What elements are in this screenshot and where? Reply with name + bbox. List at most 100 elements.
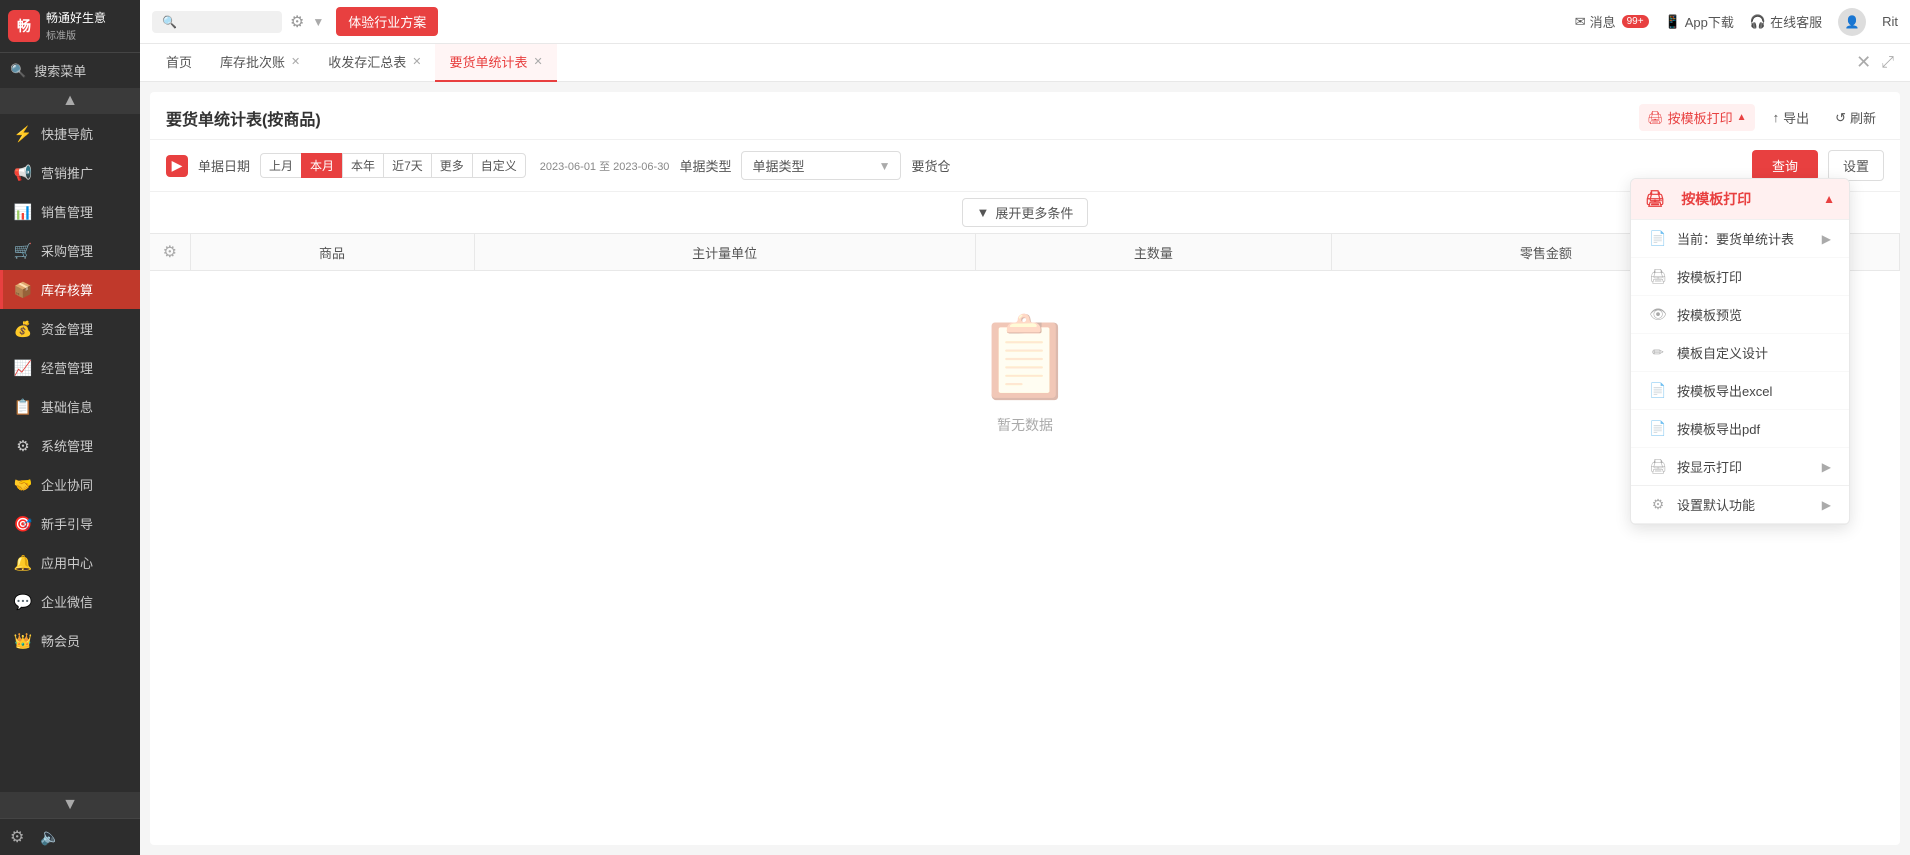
settings-icon[interactable]: ⚙ <box>10 827 24 847</box>
purchase-icon: 🛒 <box>13 242 33 260</box>
date-btn-more[interactable]: 更多 <box>431 153 472 178</box>
sidebar-item-quick-nav[interactable]: ⚡ 快捷导航 <box>0 114 140 153</box>
refresh-btn[interactable]: ↺ 刷新 <box>1827 104 1884 131</box>
dropdown-custom-label: 模板自定义设计 <box>1677 343 1768 362</box>
settings-btn[interactable]: 设置 <box>1828 150 1884 181</box>
trial-btn[interactable]: 体验行业方案 <box>336 7 438 36</box>
sidebar-item-guide[interactable]: 🎯 新手引导 <box>0 504 140 543</box>
sidebar-item-wechat[interactable]: 💬 企业微信 <box>0 582 140 621</box>
topbar-search-box[interactable]: 🔍 <box>152 11 282 33</box>
sidebar-scroll-up[interactable]: ▲ <box>0 88 140 114</box>
tab-order-stats[interactable]: 要货单统计表 ✕ <box>435 44 556 82</box>
tab-batch-account[interactable]: 库存批次账 ✕ <box>206 44 314 82</box>
sidebar-item-enterprise[interactable]: 🤝 企业协同 <box>0 465 140 504</box>
date-btn-custom[interactable]: 自定义 <box>472 153 526 178</box>
messages-btn[interactable]: ✉ 消息 99+ <box>1575 12 1649 31</box>
sidebar-item-label: 销售管理 <box>41 202 93 221</box>
query-btn[interactable]: 查询 <box>1752 150 1818 181</box>
expand-more-label: 展开更多条件 <box>995 203 1073 222</box>
audio-icon[interactable]: 🔈 <box>40 827 60 847</box>
sidebar-nav: ⚡ 快捷导航 📢 营销推广 📊 销售管理 🛒 采购管理 📦 库存核算 💰 资金管… <box>0 114 140 792</box>
dropdown-preview-icon: 👁 <box>1649 306 1667 323</box>
sidebar-item-member[interactable]: 👑 畅会员 <box>0 621 140 660</box>
topbar-settings-icon[interactable]: ⚙ <box>290 12 304 32</box>
sidebar-item-appstore[interactable]: 🔔 应用中心 <box>0 543 140 582</box>
dropdown-export-pdf-label: 按模板导出pdf <box>1677 419 1760 438</box>
sidebar: 畅 畅通好生意 标准版 🔍 搜索菜单 ▲ ⚡ 快捷导航 📢 营销推广 📊 销售管… <box>0 0 140 855</box>
table-column-settings-icon[interactable]: ⚙ <box>163 244 177 261</box>
dropdown-export-excel[interactable]: 📄 按模板导出excel <box>1631 372 1849 410</box>
sidebar-item-purchase[interactable]: 🛒 采购管理 <box>0 231 140 270</box>
page-header: 要货单统计表(按商品) 🖨 按模板打印 ▲ ↑ 导出 ↺ 刷新 <box>150 92 1900 140</box>
app-name: 畅通好生意 <box>46 10 106 27</box>
page-content: 要货单统计表(按商品) 🖨 按模板打印 ▲ ↑ 导出 ↺ 刷新 <box>140 82 1910 855</box>
date-btn-last-month[interactable]: 上月 <box>260 153 301 178</box>
messages-badge: 99+ <box>1622 15 1649 28</box>
sidebar-item-inventory[interactable]: 📦 库存核算 <box>0 270 140 309</box>
sales-icon: 📊 <box>13 203 33 221</box>
sidebar-bottom: ⚙ 🔈 <box>0 818 140 855</box>
dropdown-custom-icon: ✏ <box>1649 344 1667 361</box>
page-header-actions: 🖨 按模板打印 ▲ ↑ 导出 ↺ 刷新 <box>1639 104 1884 131</box>
search-icon: 🔍 <box>10 63 26 79</box>
inventory-icon: 📦 <box>13 281 33 299</box>
app-download-btn[interactable]: 📱 App下载 <box>1665 12 1734 31</box>
sidebar-item-label: 基础信息 <box>41 397 93 416</box>
date-btn-this-month[interactable]: 本月 <box>301 153 342 178</box>
sidebar-item-operation[interactable]: 📈 经营管理 <box>0 348 140 387</box>
dropdown-header[interactable]: 🖨 按模板打印 ▲ <box>1631 179 1849 220</box>
sidebar-item-marketing[interactable]: 📢 营销推广 <box>0 153 140 192</box>
sidebar-search-label: 搜索菜单 <box>34 61 86 80</box>
operation-icon: 📈 <box>13 359 33 377</box>
dropdown-default-func[interactable]: ⚙ 设置默认功能 ▶ <box>1631 486 1849 524</box>
sidebar-item-label: 企业协同 <box>41 475 93 494</box>
sidebar-item-sales[interactable]: 📊 销售管理 <box>0 192 140 231</box>
tab-order-stats-close[interactable]: ✕ <box>534 55 543 68</box>
dropdown-func-arrow-icon: ▶ <box>1822 498 1831 512</box>
type-select[interactable]: 单据类型 ▼ <box>741 151 901 180</box>
dropdown-display-arrow-icon: ▶ <box>1822 460 1831 474</box>
dropdown-current-icon: 📄 <box>1649 230 1667 247</box>
date-filter-label: 单据日期 <box>198 156 250 175</box>
sidebar-item-finance[interactable]: 💰 资金管理 <box>0 309 140 348</box>
dropdown-preview-template[interactable]: 👁 按模板预览 <box>1631 296 1849 334</box>
topbar-dropdown-arrow[interactable]: ▼ <box>312 15 324 29</box>
sidebar-item-label: 快捷导航 <box>41 124 93 143</box>
expand-more-btn[interactable]: ▼ 展开更多条件 <box>962 198 1089 227</box>
print-template-label: 按模板打印 <box>1668 108 1733 127</box>
date-btn-this-year[interactable]: 本年 <box>342 153 383 178</box>
dropdown-func-icon: ⚙ <box>1649 496 1667 513</box>
export-btn[interactable]: ↑ 导出 <box>1765 104 1818 131</box>
topbar-search-icon: 🔍 <box>162 15 177 29</box>
dropdown-print-template[interactable]: 🖨 按模板打印 <box>1631 258 1849 296</box>
tab-batch-account-close[interactable]: ✕ <box>291 55 300 68</box>
sidebar-item-label: 营销推广 <box>41 163 93 182</box>
sidebar-item-basic[interactable]: 📋 基础信息 <box>0 387 140 426</box>
tab-receipt-summary[interactable]: 收发存汇总表 ✕ <box>314 44 435 82</box>
sidebar-search[interactable]: 🔍 搜索菜单 <box>0 53 140 88</box>
empty-icon: 📋 <box>975 311 1075 405</box>
empty-text: 暂无数据 <box>997 415 1053 435</box>
close-all-tabs-btn[interactable]: ✕ <box>1850 52 1877 73</box>
dropdown-preview-label: 按模板预览 <box>1677 305 1742 324</box>
dropdown-export-pdf[interactable]: 📄 按模板导出pdf <box>1631 410 1849 448</box>
tab-home[interactable]: 首页 <box>152 44 206 82</box>
dropdown-default-func-label: 设置默认功能 <box>1677 495 1755 514</box>
expand-more-icon: ▼ <box>977 205 990 220</box>
dropdown-title: 按模板打印 <box>1681 189 1751 209</box>
tab-order-stats-label: 要货单统计表 <box>449 52 527 71</box>
filter-expand-btn[interactable]: ▶ <box>166 155 188 177</box>
sidebar-scroll-down[interactable]: ▼ <box>0 792 140 818</box>
date-btn-7days[interactable]: 近7天 <box>383 153 431 178</box>
service-icon: 🎧 <box>1750 14 1766 30</box>
dropdown-current-template[interactable]: 📄 当前：要货单统计表 ▶ <box>1631 220 1849 258</box>
user-avatar[interactable]: 👤 <box>1838 8 1866 36</box>
print-template-btn[interactable]: 🖨 按模板打印 ▲ <box>1639 104 1754 131</box>
sidebar-item-system[interactable]: ⚙ 系统管理 <box>0 426 140 465</box>
dropdown-display-print[interactable]: 🖨 按显示打印 ▶ <box>1631 448 1849 486</box>
tabs-expand-btn[interactable]: ⤢ <box>1877 54 1898 72</box>
topbar: 🔍 ⚙ ▼ 体验行业方案 ✉ 消息 99+ 📱 App下载 🎧 在线客服 👤 <box>140 0 1910 44</box>
tab-receipt-summary-close[interactable]: ✕ <box>412 55 421 68</box>
online-service-btn[interactable]: 🎧 在线客服 <box>1750 12 1822 31</box>
dropdown-custom-template[interactable]: ✏ 模板自定义设计 <box>1631 334 1849 372</box>
